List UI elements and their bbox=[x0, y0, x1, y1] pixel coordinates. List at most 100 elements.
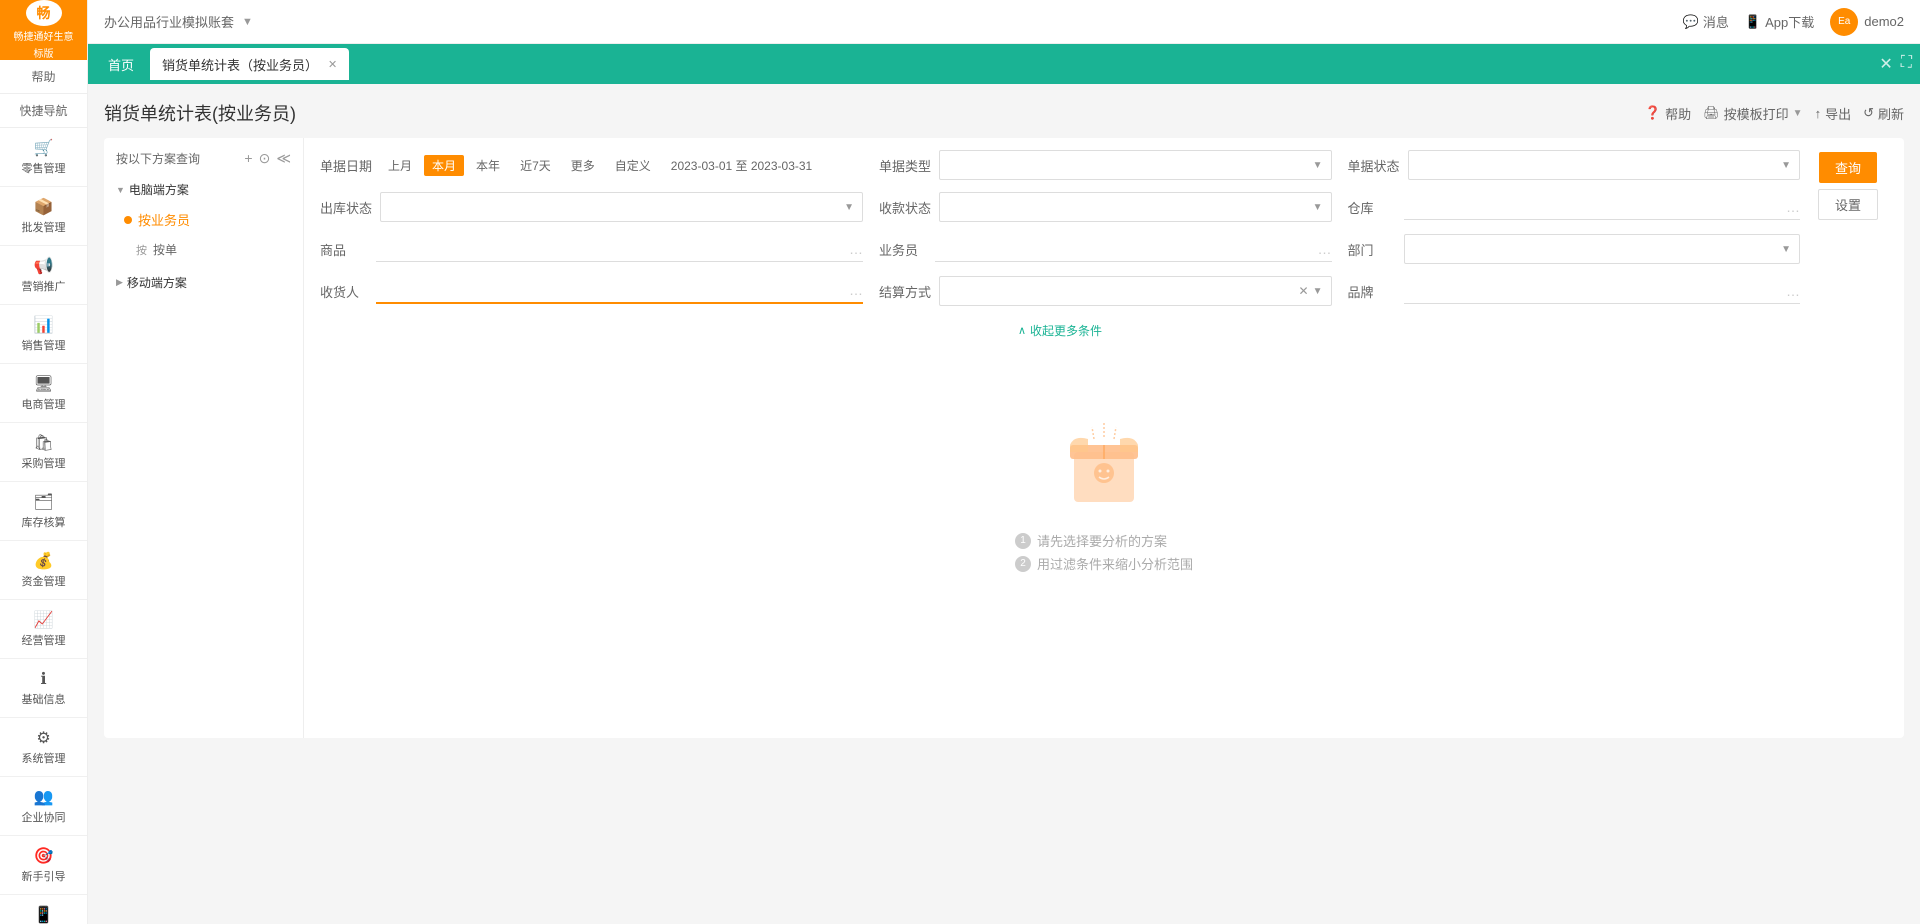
staff-dots[interactable]: … bbox=[1318, 241, 1332, 257]
logo-text: 畅捷通好生意 bbox=[14, 28, 74, 43]
title-actions: ❓ 帮助 🖨 按模板打印 ▼ ↑ 导出 ↺ 刷新 bbox=[1645, 104, 1904, 123]
sidebar-item-inventory[interactable]: 🗂 库存核算 bbox=[0, 482, 87, 541]
breadcrumb-dropdown[interactable]: ▼ bbox=[242, 16, 253, 28]
filter-settlement: 结算方式 ✕ ▼ bbox=[879, 276, 1332, 306]
dept-arrow: ▼ bbox=[1781, 244, 1791, 255]
sidebar-item-operation[interactable]: 📈 经营管理 bbox=[0, 600, 87, 659]
message-btn[interactable]: 💬 消息 bbox=[1683, 12, 1729, 31]
bystaff-label: 按业务员 bbox=[138, 210, 190, 229]
goods-dots[interactable]: … bbox=[849, 241, 863, 257]
receiver-input[interactable] bbox=[376, 283, 849, 298]
receiver-label: 收货人 bbox=[320, 282, 368, 301]
page-title: 销货单统计表(按业务员) bbox=[104, 100, 296, 126]
date-tab-thisyear[interactable]: 本年 bbox=[468, 155, 508, 176]
ecommerce-label: 电商管理 bbox=[4, 396, 83, 412]
guide-label: 新手引导 bbox=[4, 868, 83, 884]
tab-maximize-btn[interactable]: ⛶ bbox=[1901, 54, 1912, 74]
template-print-btn[interactable]: 🖨 按模板打印 ▼ bbox=[1703, 104, 1802, 123]
filter-goods: 商品 … bbox=[320, 237, 863, 262]
user-area[interactable]: Ea demo2 bbox=[1830, 8, 1904, 36]
date-tab-7days[interactable]: 近7天 bbox=[512, 155, 559, 176]
doc-status-label: 单据状态 bbox=[1348, 156, 1400, 175]
receiver-dots[interactable]: … bbox=[849, 282, 863, 298]
finance-label: 资金管理 bbox=[4, 573, 83, 589]
payment-arrow: ▼ bbox=[1313, 202, 1323, 213]
brand-input[interactable] bbox=[1404, 283, 1787, 298]
date-tab-thismonth[interactable]: 本月 bbox=[424, 155, 464, 176]
sidebar-item-finance[interactable]: 💰 资金管理 bbox=[0, 541, 87, 600]
tab-actions: ✕ ⛶ bbox=[1879, 54, 1912, 74]
header-left: 办公用品行业模拟账套 ▼ bbox=[104, 12, 253, 31]
guide-icon: 🎯 bbox=[4, 846, 83, 866]
avatar: Ea bbox=[1830, 8, 1858, 36]
order-icon: 按 bbox=[136, 242, 147, 258]
sidebar-quick-nav[interactable]: 快捷导航 bbox=[0, 94, 87, 128]
reset-button[interactable]: 设置 bbox=[1818, 189, 1878, 220]
settlement-select[interactable]: ✕ ▼ bbox=[939, 276, 1331, 306]
goods-label: 商品 bbox=[320, 240, 368, 259]
staff-input[interactable] bbox=[935, 241, 1318, 256]
date-tab-lastmonth[interactable]: 上月 bbox=[380, 155, 420, 176]
scheme-group-pc-label[interactable]: ▼ 电脑端方案 bbox=[104, 175, 303, 204]
scheme-header-icons: + ⊙ ≪ bbox=[244, 150, 291, 167]
step2-num: 2 bbox=[1015, 556, 1031, 572]
retail-label: 零售管理 bbox=[4, 160, 83, 176]
top-header: 办公用品行业模拟账套 ▼ 💬 消息 📱 App下载 Ea demo2 bbox=[88, 0, 1920, 44]
scheme-edit-icon[interactable]: ⊙ bbox=[259, 150, 271, 167]
scheme-group-mobile-label[interactable]: ▶ 移动端方案 bbox=[104, 268, 303, 297]
doc-type-label: 单据类型 bbox=[879, 156, 931, 175]
date-tab-more[interactable]: 更多 bbox=[563, 155, 603, 176]
payment-select[interactable]: ▼ bbox=[939, 192, 1331, 222]
refresh-btn[interactable]: ↺ 刷新 bbox=[1863, 104, 1904, 123]
scheme-collapse-icon[interactable]: ≪ bbox=[276, 150, 291, 167]
goods-input[interactable] bbox=[376, 241, 849, 256]
sidebar-search[interactable]: 帮助 bbox=[0, 60, 87, 94]
sidebar-item-wholesale[interactable]: 📦 批发管理 bbox=[0, 187, 87, 246]
doc-status-select[interactable]: ▼ bbox=[1408, 150, 1800, 180]
mobile-arrow: ▶ bbox=[116, 277, 123, 288]
page-title-row: 销货单统计表(按业务员) ❓ 帮助 🖨 按模板打印 ▼ ↑ 导出 ↺ 刷新 bbox=[104, 100, 1904, 126]
warehouse-input[interactable] bbox=[1404, 199, 1787, 214]
date-range: 2023-03-01 至 2023-03-31 bbox=[671, 157, 812, 174]
scheme-item-bystaff[interactable]: 按业务员 bbox=[104, 204, 303, 235]
date-tab-custom[interactable]: 自定义 bbox=[607, 155, 659, 176]
outbound-select[interactable]: ▼ bbox=[380, 192, 863, 222]
scheme-item-byorder[interactable]: 按 按单 bbox=[104, 235, 303, 264]
tab-home[interactable]: 首页 bbox=[96, 48, 146, 80]
tab-sales-stat[interactable]: 销货单统计表（按业务员） ✕ bbox=[150, 48, 349, 80]
sidebar-item-marketing[interactable]: 📢 营销推广 bbox=[0, 246, 87, 305]
scheme-header: 按以下方案查询 + ⊙ ≪ bbox=[104, 150, 303, 175]
print-icon: 🖨 bbox=[1703, 105, 1720, 121]
query-button[interactable]: 查询 bbox=[1819, 152, 1877, 183]
sidebar-item-guide[interactable]: 🎯 新手引导 bbox=[0, 836, 87, 895]
export-btn[interactable]: ↑ 导出 bbox=[1815, 104, 1852, 123]
goods-control: … bbox=[376, 237, 863, 262]
sidebar-item-basic[interactable]: ℹ 基础信息 bbox=[0, 659, 87, 718]
sidebar-item-system[interactable]: ⚙ 系统管理 bbox=[0, 718, 87, 777]
settlement-clear-icon[interactable]: ✕ bbox=[1299, 284, 1309, 298]
collapse-btn[interactable]: ∧ 收起更多条件 bbox=[1018, 322, 1102, 339]
purchase-icon: 🛍 bbox=[4, 433, 83, 453]
tab-close-icon[interactable]: ✕ bbox=[328, 58, 337, 71]
filter-dept: 部门 ▼ bbox=[1348, 234, 1801, 264]
sidebar-item-purchase[interactable]: 🛍 采购管理 bbox=[0, 423, 87, 482]
sidebar-item-corp[interactable]: 👥 企业协同 bbox=[0, 777, 87, 836]
dept-select[interactable]: ▼ bbox=[1404, 234, 1801, 264]
filter-panel: 单据日期 上月 本月 本年 近7天 更多 自定义 2023-03-01 至 20… bbox=[304, 138, 1904, 738]
tab-close-btn[interactable]: ✕ bbox=[1879, 54, 1892, 74]
brand-dots[interactable]: … bbox=[1786, 283, 1800, 299]
help-btn[interactable]: ❓ 帮助 bbox=[1645, 104, 1691, 123]
sidebar-item-sales[interactable]: 📊 销售管理 bbox=[0, 305, 87, 364]
app-download-btn[interactable]: 📱 App下载 bbox=[1745, 12, 1814, 31]
doc-type-select[interactable]: ▼ bbox=[939, 150, 1331, 180]
sidebar-item-retail[interactable]: 🛒 零售管理 bbox=[0, 128, 87, 187]
tab-sales-stat-label: 销货单统计表（按业务员） bbox=[162, 55, 318, 74]
refresh-label: 刷新 bbox=[1878, 104, 1904, 123]
brand-control: … bbox=[1404, 279, 1801, 304]
sidebar-item-ecommerce[interactable]: 🖥 电商管理 bbox=[0, 364, 87, 423]
sidebar-item-appstore[interactable]: 📱 应用中心 bbox=[0, 895, 87, 924]
warehouse-dots[interactable]: … bbox=[1786, 199, 1800, 215]
print-dropdown-icon[interactable]: ▼ bbox=[1793, 108, 1803, 119]
scheme-add-icon[interactable]: + bbox=[244, 150, 252, 167]
brand-label: 品牌 bbox=[1348, 282, 1396, 301]
